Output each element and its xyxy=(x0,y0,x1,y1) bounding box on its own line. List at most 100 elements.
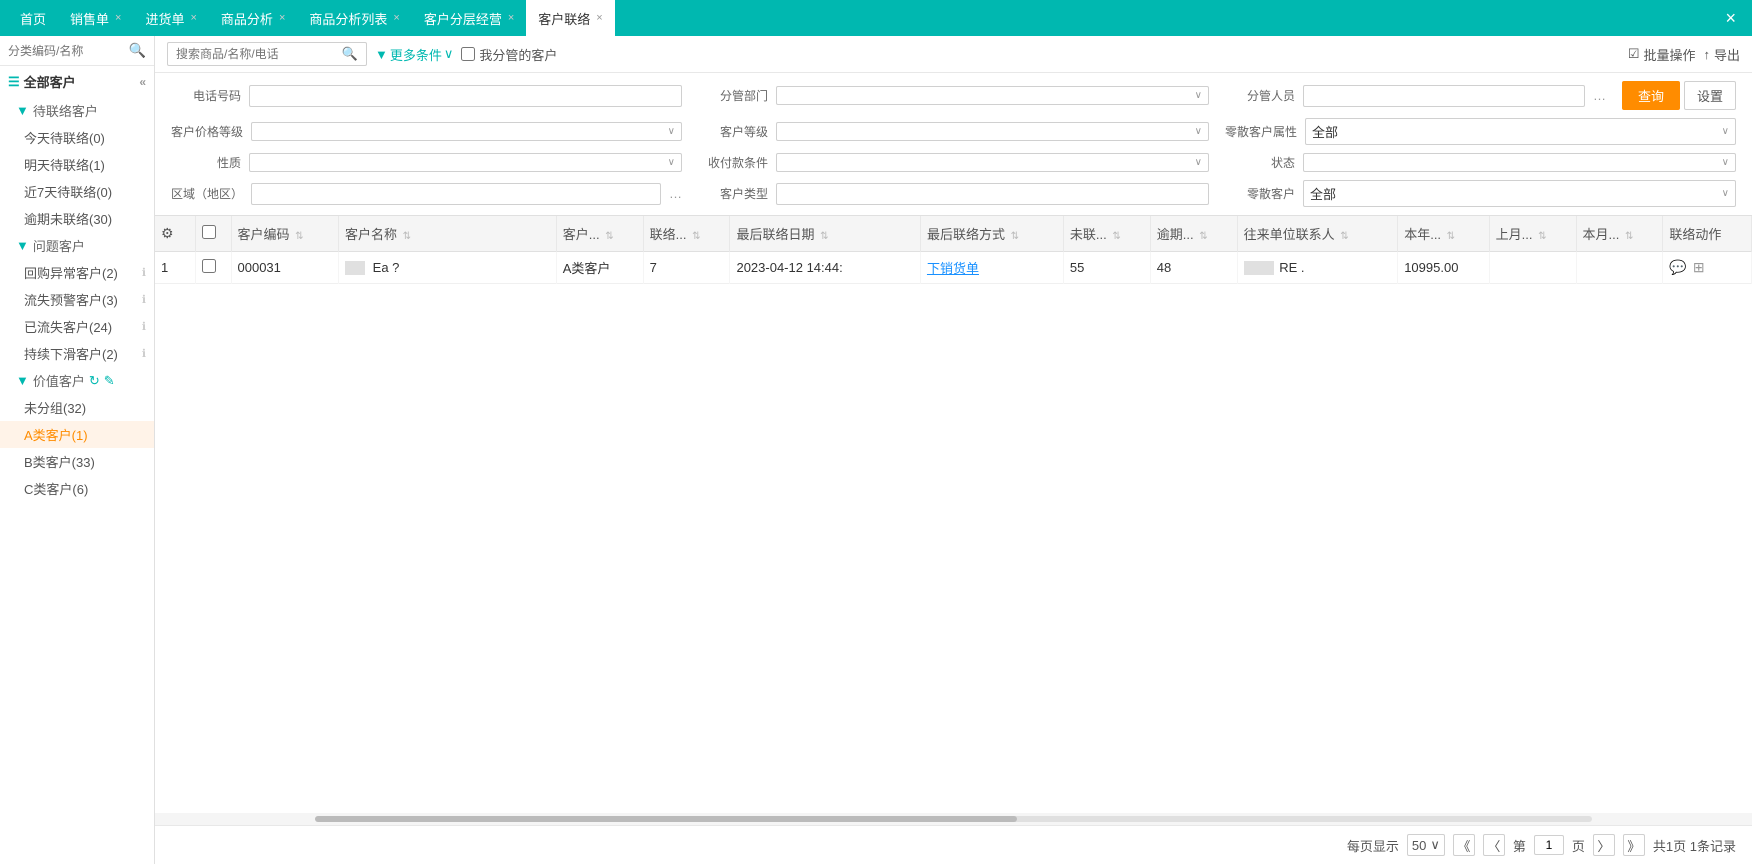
close-product-analysis-tab[interactable]: × xyxy=(279,12,285,24)
sidebar-item-7days[interactable]: 近7天待联络(0) xyxy=(0,178,154,205)
contact-action-icon[interactable]: 💬 xyxy=(1669,259,1686,276)
sidebar-item-unclassified[interactable]: 未分组(32) xyxy=(0,394,154,421)
close-purchase-tab[interactable]: × xyxy=(190,12,196,24)
info-icon4[interactable]: ℹ xyxy=(142,347,146,360)
nav-product-list[interactable]: 商品分析列表 × xyxy=(297,0,411,36)
sidebar-item-class-c[interactable]: C类客户(6) xyxy=(0,475,154,502)
col-name: 客户名称 ⇅ xyxy=(339,216,557,252)
sort-nocontact-icon[interactable]: ⇅ xyxy=(1112,231,1120,242)
info-icon2[interactable]: ℹ xyxy=(142,293,146,306)
all-customers-header[interactable]: ☰ 全部客户 « xyxy=(0,66,154,97)
sort-code-icon[interactable]: ⇅ xyxy=(295,231,303,242)
export-btn[interactable]: ↑ 导出 xyxy=(1703,45,1740,64)
nav-purchase[interactable]: 进货单 × xyxy=(133,0,208,36)
batch-ops-btn[interactable]: ☑ 批量操作 xyxy=(1628,45,1696,64)
sort-unit-icon[interactable]: ⇅ xyxy=(1340,231,1348,242)
dept-label: 分管部门 xyxy=(698,87,768,104)
sidebar-item-tomorrow[interactable]: 明天待联络(1) xyxy=(0,151,154,178)
sidebar-item-class-b[interactable]: B类客户(33) xyxy=(0,448,154,475)
select-all-checkbox[interactable] xyxy=(202,225,216,239)
table-settings-icon[interactable]: ⚙ xyxy=(161,225,174,241)
sort-lastmonth-icon[interactable]: ⇅ xyxy=(1538,231,1546,242)
nav-home[interactable]: 首页 xyxy=(8,0,58,36)
more-conditions-btn[interactable]: ▼ 更多条件 ∨ xyxy=(375,45,453,64)
retail-select[interactable]: 全部 ∨ xyxy=(1303,180,1736,207)
close-customer-contact-tab[interactable]: × xyxy=(596,12,602,24)
sort-overdue-icon[interactable]: ⇅ xyxy=(1199,231,1207,242)
page-size-select[interactable]: 50 ∨ xyxy=(1407,834,1445,856)
filter-icon: ▼ xyxy=(375,47,388,62)
sort-year-icon[interactable]: ⇅ xyxy=(1447,231,1455,242)
value-customers-group[interactable]: ▼ 价值客户 ↻ ✎ xyxy=(0,367,154,394)
row-checkbox[interactable] xyxy=(202,259,216,273)
close-sales-tab[interactable]: × xyxy=(115,12,121,24)
close-product-list-tab[interactable]: × xyxy=(393,12,399,24)
main-search-icon[interactable]: 🔍 xyxy=(342,46,358,62)
retail-attr-select[interactable]: 全部 ∨ xyxy=(1305,118,1736,145)
data-table-container: ⚙ 客户编码 ⇅ 客户名称 ⇅ xyxy=(155,216,1752,813)
col-checkbox xyxy=(195,216,231,252)
sort-date-icon[interactable]: ⇅ xyxy=(820,231,828,242)
main-search-input[interactable] xyxy=(176,47,342,61)
region-input[interactable] xyxy=(251,183,661,205)
sidebar-item-repurchase[interactable]: 回购异常客户(2) ℹ xyxy=(0,259,154,286)
sidebar-item-today[interactable]: 今天待联络(0) xyxy=(0,124,154,151)
manager-dots[interactable]: … xyxy=(1593,88,1606,103)
close-customer-segment-tab[interactable]: × xyxy=(508,12,514,24)
sort-contact-icon[interactable]: ⇅ xyxy=(692,231,700,242)
price-level-select[interactable]: ∨ xyxy=(251,122,682,141)
scrollbar-track[interactable] xyxy=(315,816,1592,822)
prev-page-btn[interactable]: 〈 xyxy=(1483,834,1505,856)
main-search-box[interactable]: 🔍 xyxy=(167,42,367,66)
my-customers-check[interactable] xyxy=(461,47,475,61)
sort-method-icon[interactable]: ⇅ xyxy=(1011,231,1019,242)
chevron-retail2-icon: ∨ xyxy=(1722,188,1729,199)
settings-button[interactable]: 设置 xyxy=(1684,81,1736,110)
qr-action-icon[interactable]: ⊞ xyxy=(1693,259,1705,276)
sidebar-item-churned[interactable]: 已流失客户(24) ℹ xyxy=(0,313,154,340)
sidebar-item-overdue[interactable]: 逾期未联络(30) xyxy=(0,205,154,232)
dept-select[interactable]: ∨ xyxy=(776,86,1209,105)
col-unit-contact: 往来单位联系人 ⇅ xyxy=(1237,216,1398,252)
sort-thismonth-icon[interactable]: ⇅ xyxy=(1625,231,1633,242)
nav-customer-segment[interactable]: 客户分层经营 × xyxy=(412,0,526,36)
page-number-input[interactable] xyxy=(1534,835,1564,855)
last-page-btn[interactable]: 》 xyxy=(1623,834,1645,856)
pending-contact-group[interactable]: ▼ 待联络客户 xyxy=(0,97,154,124)
sidebar-item-declining[interactable]: 持续下滑客户(2) ℹ xyxy=(0,340,154,367)
last-method-link[interactable]: 下销货单 xyxy=(927,261,979,276)
region-dots[interactable]: … xyxy=(669,186,682,201)
sidebar-collapse-icon[interactable]: « xyxy=(139,75,146,89)
info-icon3[interactable]: ℹ xyxy=(142,320,146,333)
horizontal-scrollbar[interactable] xyxy=(155,813,1752,825)
retail-attr-label: 零散客户属性 xyxy=(1225,123,1297,140)
close-all-tabs[interactable]: × xyxy=(1717,8,1744,29)
chevron-price-icon: ∨ xyxy=(668,126,675,137)
next-page-btn[interactable]: 〉 xyxy=(1593,834,1615,856)
status-label: 状态 xyxy=(1225,154,1295,171)
edit-icon[interactable]: ✎ xyxy=(104,373,115,389)
refresh-icon[interactable]: ↻ xyxy=(89,373,100,389)
nav-product-analysis[interactable]: 商品分析 × xyxy=(209,0,297,36)
status-select[interactable]: ∨ xyxy=(1303,153,1736,172)
scrollbar-thumb[interactable] xyxy=(315,816,1017,822)
sidebar-item-class-a[interactable]: A类客户(1) xyxy=(0,421,154,448)
first-page-btn[interactable]: 《 xyxy=(1453,834,1475,856)
nature-select[interactable]: ∨ xyxy=(249,153,682,172)
problem-customers-group[interactable]: ▼ 问题客户 xyxy=(0,232,154,259)
payment-select[interactable]: ∨ xyxy=(776,153,1209,172)
customer-level-select[interactable]: ∨ xyxy=(776,122,1209,141)
info-icon[interactable]: ℹ xyxy=(142,266,146,279)
query-button[interactable]: 查询 xyxy=(1622,81,1680,110)
customer-type-input[interactable] xyxy=(776,183,1209,205)
sidebar-search-icon[interactable]: 🔍 xyxy=(129,42,146,59)
manager-input[interactable] xyxy=(1303,85,1585,107)
phone-input[interactable] xyxy=(249,85,682,107)
sort-name-icon[interactable]: ⇅ xyxy=(403,231,411,242)
my-customers-checkbox[interactable]: 我分管的客户 xyxy=(461,45,557,64)
sidebar-search-input[interactable] xyxy=(8,44,129,58)
nav-sales[interactable]: 销售单 × xyxy=(58,0,133,36)
sort-type-icon[interactable]: ⇅ xyxy=(605,231,613,242)
sidebar-item-churn-warning[interactable]: 流失预警客户(3) ℹ xyxy=(0,286,154,313)
nav-customer-contact[interactable]: 客户联络 × xyxy=(526,0,614,36)
